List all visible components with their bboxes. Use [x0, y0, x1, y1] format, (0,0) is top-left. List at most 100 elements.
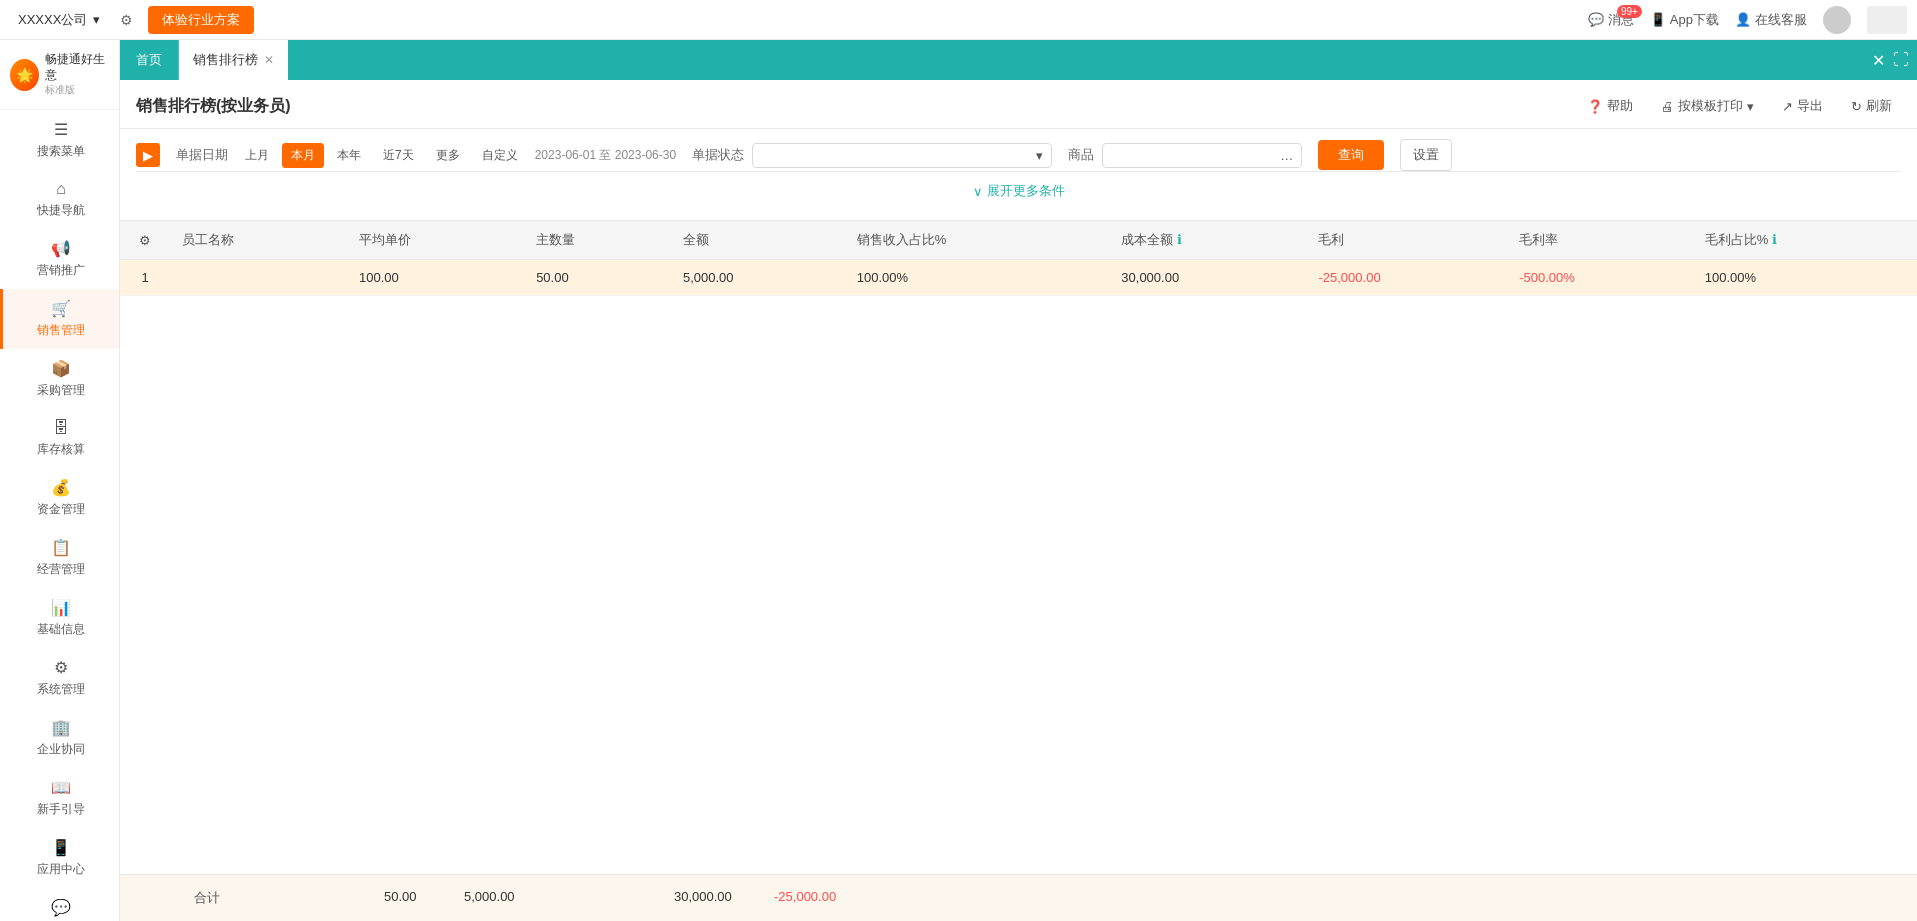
table-container: ⚙ 员工名称 平均单价 主数量 全额 销售收入占比% 成本全额 ℹ	[120, 221, 1917, 874]
sidebar-item-quick-nav[interactable]: ⌂ 快捷导航	[0, 170, 119, 229]
filter-bar: ▶ 单据日期 上月 本月 本年 近7天 更多 自定义 2023-06-01 至 …	[120, 129, 1917, 221]
cost-info-icon[interactable]: ℹ	[1177, 232, 1182, 247]
sidebar-label-app-center: 应用中心	[37, 861, 85, 878]
status-select[interactable]: ▾	[752, 143, 1052, 168]
export-button[interactable]: ↗ 导出	[1773, 92, 1832, 120]
date-btn-this-year[interactable]: 本年	[328, 143, 370, 168]
sales-icon: 🛒	[51, 299, 71, 318]
sidebar-item-wechat[interactable]: 💬 企业微信	[0, 888, 119, 921]
settings-icon[interactable]: ⚙	[112, 6, 140, 34]
online-service-button[interactable]: 👤 在线客服	[1735, 11, 1807, 29]
user-name-area[interactable]	[1867, 6, 1907, 34]
date-btn-last-month[interactable]: 上月	[236, 143, 278, 168]
tab-close-window-icon[interactable]: ✕	[1872, 51, 1885, 70]
gross-pct-info-icon[interactable]: ℹ	[1772, 232, 1777, 247]
th-settings: ⚙	[120, 221, 170, 260]
cell-cost: 30,000.00	[1109, 260, 1306, 296]
footer-sales-pct	[552, 885, 662, 911]
expand-more-button[interactable]: ∨ 展开更多条件	[963, 178, 1075, 204]
date-btn-custom[interactable]: 自定义	[473, 143, 527, 168]
filter-row-1: ▶ 单据日期 上月 本月 本年 近7天 更多 自定义 2023-06-01 至 …	[136, 139, 1901, 171]
main-layout: 🌟 畅捷通好生意 标准版 ☰ 搜索菜单 ⌂ 快捷导航 📢 营销推广 🛒 销售管理…	[0, 40, 1917, 921]
table-row: 1 100.00 50.00 5,000.00 100.00% 30,000.0…	[120, 260, 1917, 296]
sidebar-item-basic-info[interactable]: 📊 基础信息	[0, 588, 119, 648]
tab-close-icon[interactable]: ✕	[264, 53, 274, 67]
content-area: 首页 销售排行榜 ✕ ✕ ⛶ 销售排行榜(按业务员) ❓ 帮助	[120, 40, 1917, 921]
footer-main-qty: 50.00	[372, 885, 452, 911]
sidebar-item-system[interactable]: ⚙ 系统管理	[0, 648, 119, 708]
cell-gross: -25,000.00	[1306, 260, 1507, 296]
settings-button[interactable]: 设置	[1400, 139, 1452, 171]
help-icon: ❓	[1587, 99, 1603, 114]
sidebar-label-finance: 资金管理	[37, 501, 85, 518]
date-range-display: 2023-06-01 至 2023-06-30	[535, 147, 676, 164]
sidebar-label-guide: 新手引导	[37, 801, 85, 818]
cell-gross-pct: 100.00%	[1693, 260, 1917, 296]
query-button[interactable]: 查询	[1318, 140, 1384, 170]
avatar[interactable]	[1823, 6, 1851, 34]
company-selector[interactable]: XXXXX公司 ▾	[10, 7, 108, 33]
tab-fullscreen-icon[interactable]: ⛶	[1893, 51, 1909, 69]
sidebar-item-purchase[interactable]: 📦 采购管理	[0, 349, 119, 409]
help-button[interactable]: ❓ 帮助	[1578, 92, 1642, 120]
goods-more-icon: …	[1280, 148, 1293, 163]
date-filter-group: 单据日期 上月 本月 本年 近7天 更多 自定义 2023-06-01 至 20…	[176, 143, 676, 168]
th-gross-rate: 毛利率	[1507, 221, 1693, 260]
expand-row: ∨ 展开更多条件	[136, 171, 1901, 210]
sidebar-item-search-order[interactable]: ☰ 搜索菜单	[0, 110, 119, 170]
chevron-down-more-icon: ∨	[973, 184, 983, 199]
sidebar-item-enterprise[interactable]: 🏢 企业协同	[0, 708, 119, 768]
basic-info-icon: 📊	[51, 598, 71, 617]
sidebar-label-operations: 经营管理	[37, 561, 85, 578]
th-main-qty: 主数量	[524, 221, 671, 260]
message-button[interactable]: 💬 消息 99+	[1588, 11, 1634, 29]
sidebar-item-inventory[interactable]: 🗄 库存核算	[0, 409, 119, 468]
refresh-label: 刷新	[1866, 97, 1892, 115]
filter-toggle-icon[interactable]: ▶	[136, 143, 160, 167]
th-amount: 全额	[671, 221, 845, 260]
sidebar-item-app-center[interactable]: 📱 应用中心	[0, 828, 119, 888]
expand-label: 展开更多条件	[987, 182, 1065, 200]
tab-sales-ranking[interactable]: 销售排行榜 ✕	[179, 40, 288, 80]
sidebar-item-sales[interactable]: 🛒 销售管理	[0, 289, 119, 349]
footer-gross-pct	[962, 885, 1062, 911]
footer-cost: 30,000.00	[662, 885, 762, 911]
export-icon: ↗	[1782, 99, 1793, 114]
top-right-area: 💬 消息 99+ 📱 App下载 👤 在线客服	[1588, 6, 1907, 34]
template-print-button[interactable]: 🖨 按模板打印 ▾	[1652, 92, 1763, 120]
header-actions: ❓ 帮助 🖨 按模板打印 ▾ ↗ 导出 ↻ 刷新	[1578, 92, 1901, 120]
trial-button[interactable]: 体验行业方案	[148, 6, 254, 34]
company-name: XXXXX公司	[18, 11, 87, 29]
sidebar-label-system: 系统管理	[37, 681, 85, 698]
sidebar-item-finance[interactable]: 💰 资金管理	[0, 468, 119, 528]
goods-select[interactable]: …	[1102, 143, 1302, 168]
operations-icon: 📋	[51, 538, 71, 557]
sidebar-item-guide[interactable]: 📖 新手引导	[0, 768, 119, 828]
sidebar-item-operations[interactable]: 📋 经营管理	[0, 528, 119, 588]
online-service-label: 在线客服	[1755, 11, 1807, 29]
template-print-label: 按模板打印	[1678, 97, 1743, 115]
cell-rank: 1	[120, 260, 170, 296]
date-btn-more[interactable]: 更多	[427, 143, 469, 168]
tab-home[interactable]: 首页	[120, 40, 179, 80]
date-btn-this-month[interactable]: 本月	[282, 143, 324, 168]
cell-name	[170, 260, 347, 296]
sidebar-item-marketing[interactable]: 📢 营销推广	[0, 229, 119, 289]
date-btn-last-7-days[interactable]: 近7天	[374, 143, 423, 168]
tab-current-label: 销售排行榜	[193, 51, 258, 69]
quick-nav-icon: ⌂	[56, 180, 66, 198]
inventory-icon: 🗄	[53, 419, 69, 437]
print-chevron-icon: ▾	[1747, 99, 1754, 114]
search-order-icon: ☰	[54, 120, 68, 139]
app-download-button[interactable]: 📱 App下载	[1650, 11, 1719, 29]
sidebar-label-search: 搜索菜单	[37, 143, 85, 160]
logo-text-area: 畅捷通好生意 标准版	[45, 52, 109, 97]
refresh-icon: ↻	[1851, 99, 1862, 114]
footer-amount: 5,000.00	[452, 885, 552, 911]
refresh-button[interactable]: ↻ 刷新	[1842, 92, 1901, 120]
tab-bar: 首页 销售排行榜 ✕ ✕ ⛶	[120, 40, 1917, 80]
message-badge: 99+	[1617, 5, 1642, 18]
export-label: 导出	[1797, 97, 1823, 115]
ranking-table: ⚙ 员工名称 平均单价 主数量 全额 销售收入占比% 成本全额 ℹ	[120, 221, 1917, 296]
footer-empty	[132, 885, 182, 911]
